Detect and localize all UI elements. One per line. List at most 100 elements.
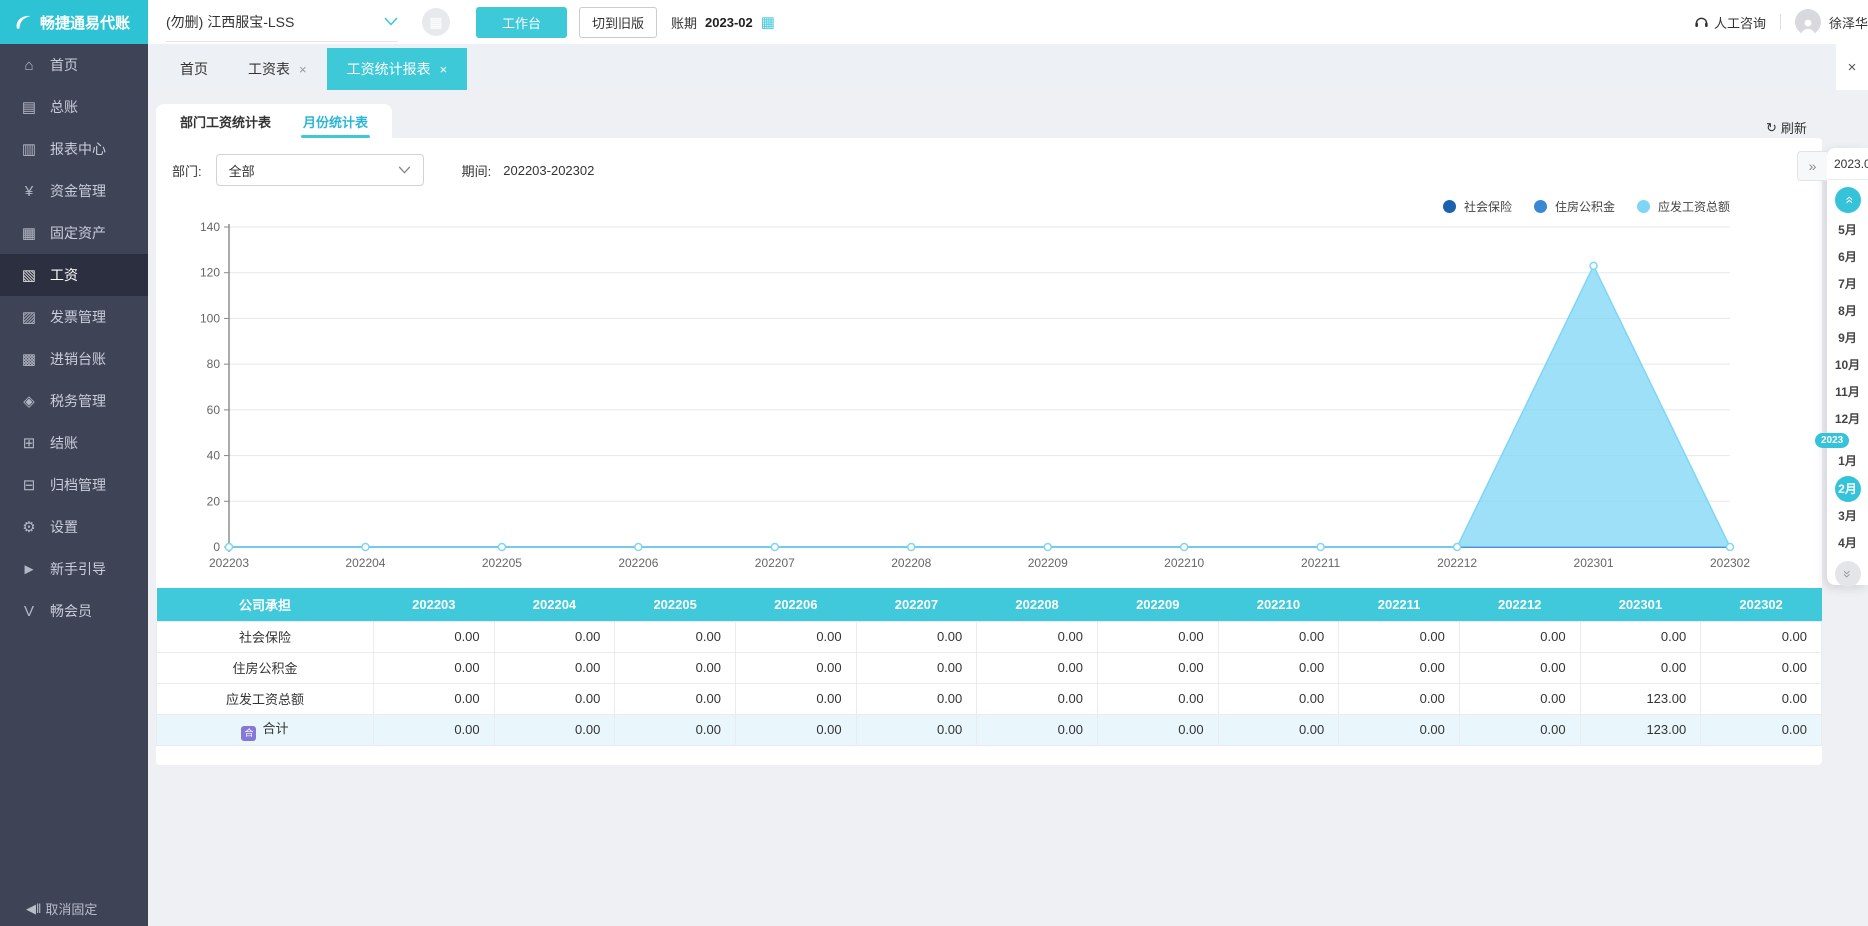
sidebar-item-2[interactable]: ▤ 总账 [0,86,148,128]
table-cell: 0.00 [1458,682,1581,715]
legend-item-3[interactable]: 应发工资总额 [1636,198,1730,215]
sidebar-item-12[interactable]: ⚙ 设置 [0,506,148,548]
period-calendar-icon[interactable]: ▦ [761,13,775,31]
report-card: 部门: 全部 期间: 202203-202302 社会保险 住房公积金 应发工资总额… [156,138,1822,765]
tab-1[interactable]: 首页 [160,48,228,90]
unpin-sidebar-button[interactable]: ◀‖ 取消固定 [26,899,97,918]
subtab-2[interactable]: 月份统计表 [287,104,384,138]
month-item-8月[interactable]: 8月 [1827,298,1868,325]
svg-text:202204: 202204 [345,556,385,570]
department-select[interactable]: 全部 [215,154,424,186]
table-column-header: 202208 [976,588,1098,621]
svg-text:140: 140 [200,220,220,234]
legend-item-1[interactable]: 社会保险 [1442,198,1512,215]
total-icon: 合 [241,726,257,741]
workbench-button[interactable]: 工作台 [476,6,568,38]
table-column-header: 202212 [1459,588,1581,621]
table-cell: 0.00 [1458,651,1581,684]
panel-collapse-icon[interactable]: » [1797,151,1827,181]
sidebar-item-9[interactable]: ◈ 税务管理 [0,380,148,422]
sidebar-item-label: 结账 [50,435,78,451]
month-item-10月[interactable]: 10月 [1827,352,1868,379]
table-header-row: 公司承担 202203 202204 202205 202206 202207 202208… [156,588,1822,621]
headset-icon [1695,17,1708,27]
sidebar-item-10[interactable]: ⊞ 结账 [0,422,148,464]
month-item-4月[interactable]: 4月 [1827,530,1868,557]
topbar-right: 人工咨询 徐泽华 [1694,9,1868,35]
scroll-down-button[interactable]: » [1834,561,1861,587]
refresh-button[interactable]: ↻ 刷新 [1766,118,1807,137]
table-cell: 0.00 [976,651,1098,684]
sidebar-item-14[interactable]: V 畅会员 [0,590,148,632]
sidebar-item-13[interactable]: ► 新手引导 [0,548,148,590]
table-cell: 0.00 [1700,620,1822,653]
tax-management-icon: ◈ [23,393,35,410]
period-value[interactable]: 2023-02 [705,15,753,30]
svg-text:202208: 202208 [891,556,931,570]
month-item-1月[interactable]: 1月 [1827,448,1868,475]
sidebar-item-4[interactable]: ¥ 资金管理 [0,170,148,212]
tabs: 首页 工资表 × 工资统计报表 × [160,44,468,90]
table-cell: 0.00 [1338,713,1460,746]
month-item-2月[interactable]: 2月 [1834,476,1861,502]
avatar[interactable] [1794,9,1821,35]
tab-close-icon[interactable]: × [299,62,307,77]
invoice-management-icon: ▨ [21,309,37,326]
period-filter-value: 202203-202302 [503,162,595,178]
sidebar-item-7[interactable]: ▨ 发票管理 [0,296,148,338]
tab-close-icon[interactable]: × [440,62,448,77]
month-item-7月[interactable]: 7月 [1827,271,1868,298]
sidebar-item-3[interactable]: ▥ 报表中心 [0,128,148,170]
company-selector[interactable]: (勿删) 江西服宝-LSS [166,2,398,42]
sidebar-item-label: 税务管理 [50,393,106,409]
row-label: 社会保险 [156,620,374,653]
funds-management-icon: ¥ [24,182,34,200]
table-cell: 0.00 [373,651,495,684]
tab-2[interactable]: 工资表 × [228,48,327,90]
table-cell: 0.00 [976,620,1098,653]
general-ledger-icon: ▤ [21,99,37,116]
month-item-5月[interactable]: 5月 [1827,217,1868,244]
subtab-1[interactable]: 部门工资统计表 [164,104,287,138]
table-cell: 0.00 [614,620,736,653]
svg-text:202209: 202209 [1028,556,1068,570]
sidebar-item-5[interactable]: ▦ 固定资产 [0,212,148,254]
month-item-12月[interactable]: 12月 [1827,406,1868,433]
support-link[interactable]: 人工咨询 [1694,13,1766,32]
sidebar-item-11[interactable]: ⊟ 归档管理 [0,464,148,506]
scroll-up-button[interactable]: » [1834,187,1861,213]
table-row: 应发工资总额 0.00 0.00 0.00 0.00 0.00 0.00 0.00 0.00 0.… [156,682,1822,715]
sidebar-item-8[interactable]: ▩ 进销台账 [0,338,148,380]
legend-label: 应发工资总额 [1657,200,1730,214]
row-label-text: 住房公积金 [232,661,298,676]
table-row: 合合计 0.00 0.00 0.00 0.00 0.00 0.00 0.00 0.00 0.00 0… [156,713,1822,746]
subtab-strip: 部门工资统计表 月份统计表 [156,104,393,138]
row-label-text: 合计 [262,721,289,736]
switch-old-version-button[interactable]: 切到旧版 [579,6,658,38]
sidebar-menu: ⌂ 首页 ▤ 总账 ▥ 报表中心 ¥ 资金管理 ▦ 固定资产 ▧ 工资 ▨ 发票管理 ▩ 进销台账 ◈ 税务管理 ⊞… [0,44,148,632]
month-item-11月[interactable]: 11月 [1827,379,1868,406]
tab-3[interactable]: 工资统计报表 × [326,48,468,90]
legend-item-2[interactable]: 住房公积金 [1533,198,1615,215]
chevrons-down-icon: » [1839,570,1856,578]
sidebar-item-1[interactable]: ⌂ 首页 [0,44,148,86]
month-item-3月[interactable]: 3月 [1827,503,1868,530]
sidebar-item-6[interactable]: ▧ 工资 [0,254,148,296]
month-item-6月[interactable]: 6月 [1827,244,1868,271]
tabbar-close-icon[interactable]: × [1836,44,1868,90]
username[interactable]: 徐泽华 [1829,13,1868,32]
table-cell: 123.00 [1579,682,1702,715]
divider [1779,14,1781,30]
table-cell: 0.00 [614,682,736,715]
person-icon [1800,19,1815,35]
table-cell: 0.00 [1217,682,1340,715]
table-cell: 0.00 [1096,682,1219,715]
month-item-9月[interactable]: 9月 [1827,325,1868,352]
table-column-header: 202209 [1097,588,1219,621]
table-cell: 123.00 [1579,713,1702,746]
calendar-badge-icon[interactable]: ▦ [422,8,450,36]
table-column-header: 202210 [1218,588,1339,621]
tab-label: 工资表 [248,61,290,77]
table-cell: 0.00 [1338,651,1460,684]
chevron-down-icon [398,166,410,174]
